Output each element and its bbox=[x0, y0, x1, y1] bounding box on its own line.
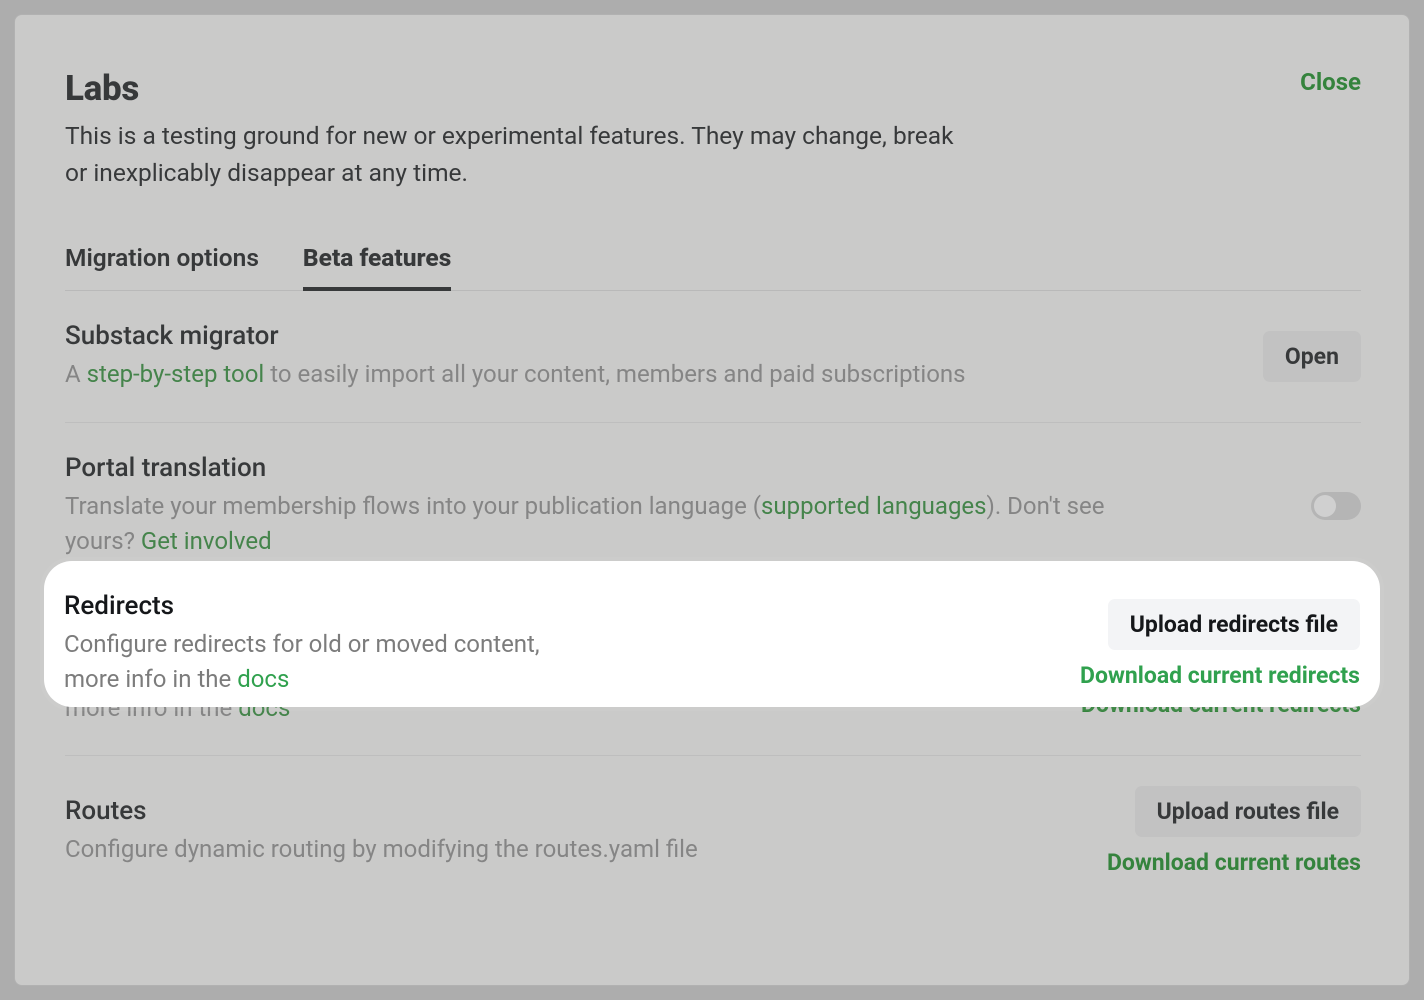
redirects-text: Redirects Configure redirects for old or… bbox=[64, 591, 540, 697]
substack-title: Substack migrator bbox=[65, 321, 966, 351]
routes-download-link[interactable]: Download current routes bbox=[1107, 849, 1361, 876]
redirects-row: Redirects Configure redirects for old or… bbox=[64, 581, 1360, 707]
routes-upload-button[interactable]: Upload routes file bbox=[1135, 786, 1361, 837]
panel-header: Labs This is a testing ground for new or… bbox=[65, 68, 1361, 191]
portal-languages-link[interactable]: supported languages bbox=[761, 492, 987, 520]
close-button[interactable]: Close bbox=[1300, 68, 1361, 96]
section-substack: Substack migrator A step-by-step tool to… bbox=[65, 291, 1361, 423]
page-title: Labs bbox=[65, 68, 965, 109]
substack-open-button[interactable]: Open bbox=[1263, 331, 1361, 382]
page-subtitle: This is a testing ground for new or expe… bbox=[65, 117, 965, 191]
portal-involved-link[interactable]: Get involved bbox=[141, 527, 272, 555]
redirects-desc: Configure redirects for old or moved con… bbox=[64, 627, 540, 697]
substack-desc: A step-by-step tool to easily import all… bbox=[65, 357, 966, 392]
substack-desc-post: to easily import all your content, membe… bbox=[264, 360, 965, 388]
labs-panel: Labs This is a testing ground for new or… bbox=[65, 68, 1361, 906]
section-routes: Routes Configure dynamic routing by modi… bbox=[65, 756, 1361, 906]
portal-desc: Translate your membership flows into you… bbox=[65, 489, 1125, 559]
redirects-title: Redirects bbox=[64, 591, 540, 621]
section-substack-text: Substack migrator A step-by-step tool to… bbox=[65, 321, 966, 392]
substack-tool-link[interactable]: step-by-step tool bbox=[87, 360, 265, 388]
portal-title: Portal translation bbox=[65, 453, 1125, 483]
redirects-docs-link[interactable]: docs bbox=[237, 665, 289, 693]
tab-beta-features[interactable]: Beta features bbox=[303, 243, 451, 290]
portal-desc-pre: Translate your membership flows into you… bbox=[65, 492, 761, 520]
portal-toggle[interactable] bbox=[1311, 492, 1361, 520]
tab-migration-options[interactable]: Migration options bbox=[65, 243, 259, 290]
routes-title: Routes bbox=[65, 796, 698, 826]
redirects-actions: Upload redirects file Download current r… bbox=[1080, 599, 1360, 689]
tab-bar: Migration options Beta features bbox=[65, 243, 1361, 291]
redirects-desc1: Configure redirects for old or moved con… bbox=[64, 630, 540, 658]
section-portal-text: Portal translation Translate your member… bbox=[65, 453, 1125, 559]
redirects-download-link[interactable]: Download current redirects bbox=[1080, 662, 1360, 689]
redirects-upload-button[interactable]: Upload redirects file bbox=[1108, 599, 1360, 650]
settings-panel: Labs This is a testing ground for new or… bbox=[14, 14, 1410, 986]
section-routes-text: Routes Configure dynamic routing by modi… bbox=[65, 796, 698, 867]
routes-desc: Configure dynamic routing by modifying t… bbox=[65, 832, 698, 867]
section-redirects-highlight: Redirects Configure redirects for old or… bbox=[44, 561, 1380, 707]
routes-actions: Upload routes file Download current rout… bbox=[1107, 786, 1361, 876]
redirects-desc2: more info in the bbox=[64, 665, 237, 693]
header-texts: Labs This is a testing ground for new or… bbox=[65, 68, 965, 191]
substack-desc-pre: A bbox=[65, 360, 87, 388]
